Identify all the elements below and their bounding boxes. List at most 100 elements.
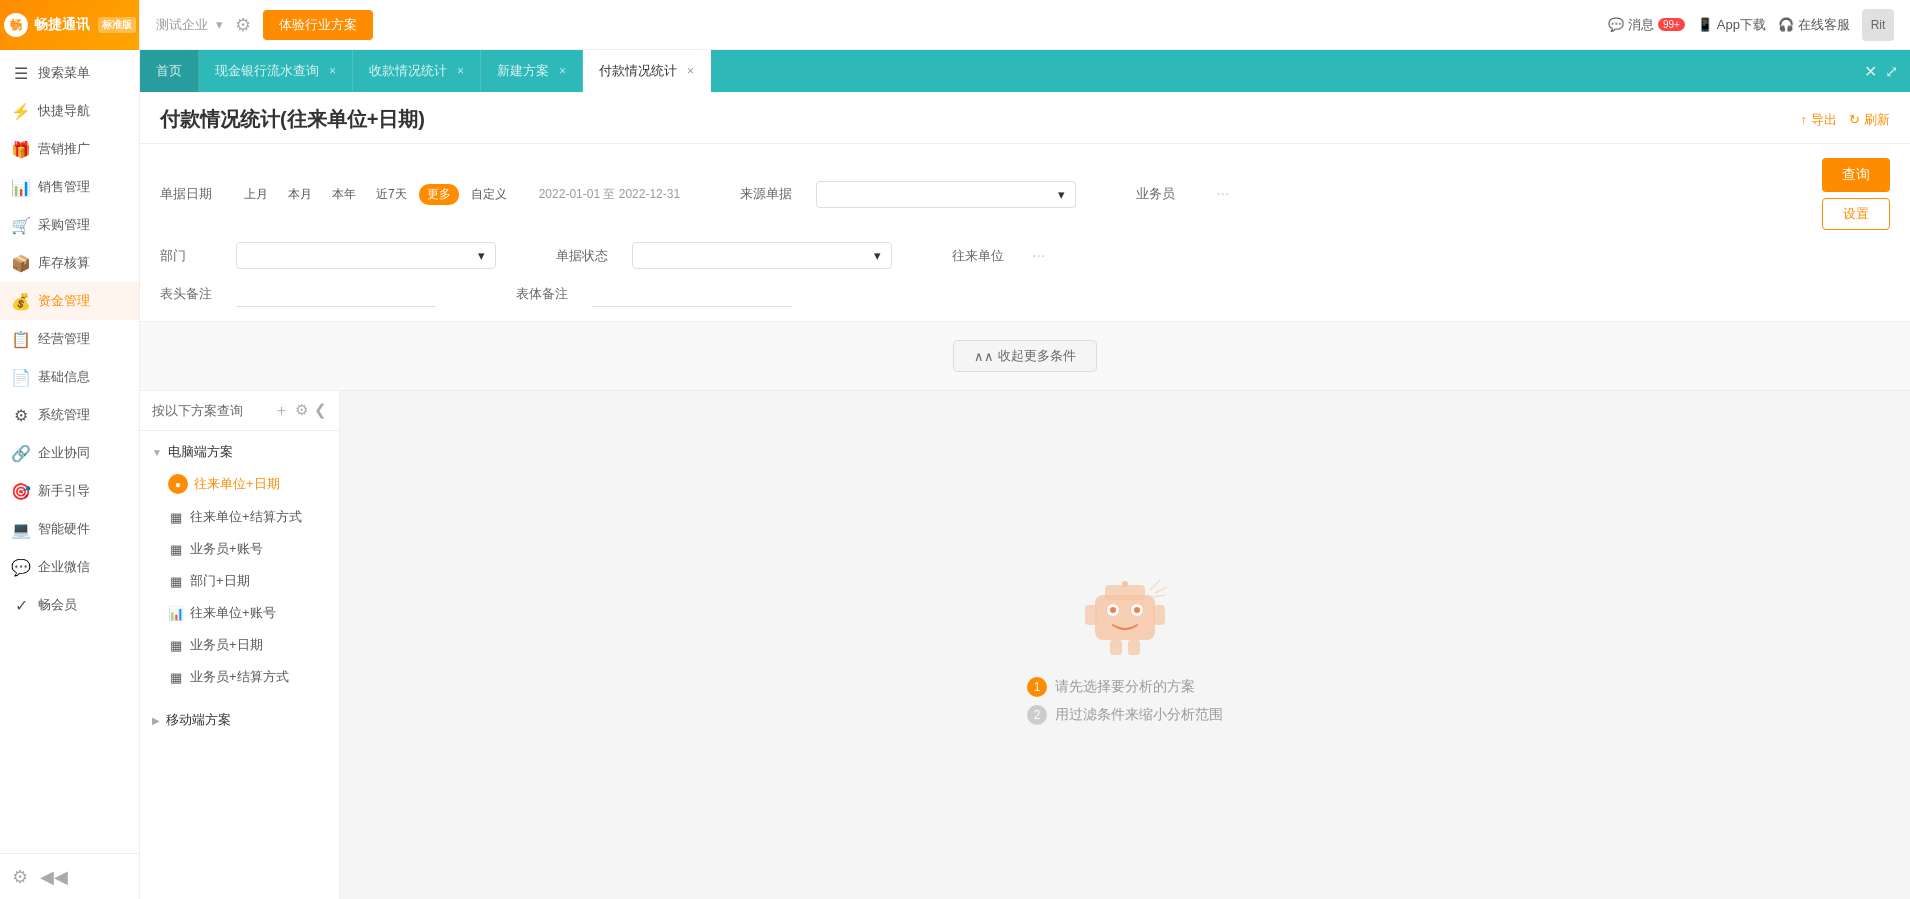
sidebar-item-system[interactable]: ⚙ 系统管理 xyxy=(0,396,139,434)
sidebar-item-hardware[interactable]: 💻 智能硬件 xyxy=(0,510,139,548)
filter-row-1: 单据日期 上月 本月 本年 近7天 更多 自定义 2022-01-01 至 20… xyxy=(160,158,1890,230)
user-name: Rit xyxy=(1871,18,1886,32)
message-badge: 99+ xyxy=(1658,18,1685,31)
sidebar-label-search-menu: 搜索菜单 xyxy=(38,64,90,82)
this-year-btn[interactable]: 本年 xyxy=(324,183,364,206)
sidebar-item-quick-nav[interactable]: ⚡ 快捷导航 xyxy=(0,92,139,130)
sidebar-item-finance[interactable]: 💰 资金管理 xyxy=(0,282,139,320)
filter-area: 单据日期 上月 本月 本年 近7天 更多 自定义 2022-01-01 至 20… xyxy=(140,144,1910,322)
inventory-icon: 📦 xyxy=(12,254,30,272)
sidebar-item-guide[interactable]: 🎯 新手引导 xyxy=(0,472,139,510)
scheme-item-counterpart-account[interactable]: 📊 往来单位+账号 xyxy=(140,597,339,629)
topbar-settings-icon[interactable]: ⚙ xyxy=(235,14,251,36)
company-dropdown-icon: ▾ xyxy=(216,17,223,32)
scheme-item-counterpart-date[interactable]: ● 往来单位+日期 xyxy=(140,467,339,501)
tab-home[interactable]: 首页 xyxy=(140,50,199,92)
online-service-button[interactable]: 🎧 在线客服 xyxy=(1778,16,1850,34)
mobile-group-title[interactable]: ▶ 移动端方案 xyxy=(140,705,339,735)
desktop-group-title[interactable]: ▼ 电脑端方案 xyxy=(140,437,339,467)
sidebar-label-sales: 销售管理 xyxy=(38,178,90,196)
page-content: 付款情况统计(往来单位+日期) ↑ 导出 ↻ 刷新 单据日期 上月 本月 本年 xyxy=(140,92,1910,899)
scheme-item-salesperson-date[interactable]: ▦ 业务员+日期 xyxy=(140,629,339,661)
tab-new-scheme[interactable]: 新建方案× xyxy=(481,50,583,92)
tab-cash-flow[interactable]: 现金银行流水查询× xyxy=(199,50,353,92)
collapse-sidebar-icon[interactable]: ◀◀ xyxy=(40,866,68,888)
tab-close-new-scheme[interactable]: × xyxy=(559,64,566,78)
dept-select[interactable]: ▾ xyxy=(236,242,496,269)
content-area: 按以下方案查询 ＋ ⚙ ❮ ▼ 电脑端方案 ● 往来单位+日期 xyxy=(140,391,1910,899)
scheme-label-counterpart-settle: 往来单位+结算方式 xyxy=(190,508,302,526)
tab-label-home: 首页 xyxy=(156,62,182,80)
sidebar-item-marketing[interactable]: 🎁 营销推广 xyxy=(0,130,139,168)
more-btn[interactable]: 更多 xyxy=(419,184,459,205)
collapse-button[interactable]: ∧∧ 收起更多条件 xyxy=(953,340,1097,372)
source-select[interactable]: ▾ xyxy=(816,181,1076,208)
collapse-scheme-icon[interactable]: ❮ xyxy=(314,401,327,420)
query-button[interactable]: 查询 xyxy=(1822,158,1890,192)
add-scheme-icon[interactable]: ＋ xyxy=(274,401,289,420)
sidebar-item-sales[interactable]: 📊 销售管理 xyxy=(0,168,139,206)
tab-payment-stats[interactable]: 付款情况统计× xyxy=(583,50,711,92)
scheme-settings-icon[interactable]: ⚙ xyxy=(295,401,308,420)
body-note-input[interactable] xyxy=(592,281,792,307)
export-button[interactable]: ↑ 导出 xyxy=(1801,111,1838,129)
empty-state: 1 请先选择要分析的方案 2 用过滤条件来缩小分析范围 xyxy=(1027,565,1223,725)
scheme-item-dept-date[interactable]: ▦ 部门+日期 xyxy=(140,565,339,597)
company-selector[interactable]: 测试企业 ▾ xyxy=(156,16,223,34)
user-avatar[interactable]: Rit xyxy=(1862,9,1894,41)
refresh-button[interactable]: ↻ 刷新 xyxy=(1849,111,1890,129)
tab-close-cash-flow[interactable]: × xyxy=(329,64,336,78)
sidebar-item-enterprise[interactable]: 🔗 企业协同 xyxy=(0,434,139,472)
scheme-label-dept-date: 部门+日期 xyxy=(190,572,250,590)
header-note-label: 表头备注 xyxy=(160,285,216,303)
settings-icon[interactable]: ⚙ xyxy=(12,866,28,888)
scheme-items: ● 往来单位+日期 ▦ 往来单位+结算方式 ▦ 业务员+账号 ▦ 部门+日期 📊… xyxy=(140,467,339,693)
trial-button[interactable]: 体验行业方案 xyxy=(263,10,373,40)
scheme-item-salesperson-account[interactable]: ▦ 业务员+账号 xyxy=(140,533,339,565)
hardware-icon: 💻 xyxy=(12,520,30,538)
header-note-input[interactable] xyxy=(236,281,436,307)
salesperson-ellipsis[interactable]: ··· xyxy=(1212,185,1233,202)
tab-close-receipt-stats[interactable]: × xyxy=(457,64,464,78)
sidebar-label-operation: 经营管理 xyxy=(38,330,90,348)
sidebar-label-purchase: 采购管理 xyxy=(38,216,90,234)
sidebar-item-wechat[interactable]: 💬 企业微信 xyxy=(0,548,139,586)
sidebar-item-operation[interactable]: 📋 经营管理 xyxy=(0,320,139,358)
hint-num-1: 1 xyxy=(1027,677,1047,697)
sidebar-item-basic-info[interactable]: 📄 基础信息 xyxy=(0,358,139,396)
mobile-scheme-group: ▶ 移动端方案 xyxy=(140,699,339,741)
tab-spacer xyxy=(711,50,1852,92)
sidebar-label-quick-nav: 快捷导航 xyxy=(38,102,90,120)
last-7-days-btn[interactable]: 近7天 xyxy=(368,183,415,206)
close-all-tabs-icon[interactable]: ✕ xyxy=(1864,62,1877,81)
sidebar-item-purchase[interactable]: 🛒 采购管理 xyxy=(0,206,139,244)
tab-receipt-stats[interactable]: 收款情况统计× xyxy=(353,50,481,92)
sidebar-item-member[interactable]: ✓ 畅会员 xyxy=(0,586,139,624)
scheme-item-counterpart-settle[interactable]: ▦ 往来单位+结算方式 xyxy=(140,501,339,533)
this-month-btn[interactable]: 本月 xyxy=(280,183,320,206)
scheme-icon-dept-date: ▦ xyxy=(168,573,184,589)
counterpart-ellipsis[interactable]: ··· xyxy=(1028,247,1049,264)
custom-btn[interactable]: 自定义 xyxy=(463,183,515,206)
doc-status-select[interactable]: ▾ xyxy=(632,242,892,269)
app-download-button[interactable]: 📱 App下载 xyxy=(1697,16,1766,34)
svg-rect-0 xyxy=(1095,595,1155,640)
service-label: 在线客服 xyxy=(1798,16,1850,34)
sidebar-label-guide: 新手引导 xyxy=(38,482,90,500)
sidebar-item-search-menu[interactable]: ☰ 搜索菜单 xyxy=(0,54,139,92)
desktop-scheme-group: ▼ 电脑端方案 ● 往来单位+日期 ▦ 往来单位+结算方式 ▦ 业务员+账号 ▦… xyxy=(140,431,339,699)
message-button[interactable]: 💬 消息 99+ xyxy=(1608,16,1685,34)
svg-line-13 xyxy=(1153,595,1165,597)
refresh-icon: ↻ xyxy=(1849,112,1860,127)
scheme-item-salesperson-settle[interactable]: ▦ 业务员+结算方式 xyxy=(140,661,339,693)
refresh-label: 刷新 xyxy=(1864,111,1890,129)
topbar: 测试企业 ▾ ⚙ 体验行业方案 💬 消息 99+ 📱 App下载 🎧 在线客服 … xyxy=(140,0,1910,50)
last-month-btn[interactable]: 上月 xyxy=(236,183,276,206)
tab-controls: ✕ ⤢ xyxy=(1852,50,1910,92)
sidebar-item-inventory[interactable]: 📦 库存核算 xyxy=(0,244,139,282)
tab-close-payment-stats[interactable]: × xyxy=(687,64,694,78)
scheme-label-salesperson-date: 业务员+日期 xyxy=(190,636,263,654)
sidebar-label-wechat: 企业微信 xyxy=(38,558,90,576)
maximize-icon[interactable]: ⤢ xyxy=(1885,62,1898,81)
settings-button[interactable]: 设置 xyxy=(1822,198,1890,230)
